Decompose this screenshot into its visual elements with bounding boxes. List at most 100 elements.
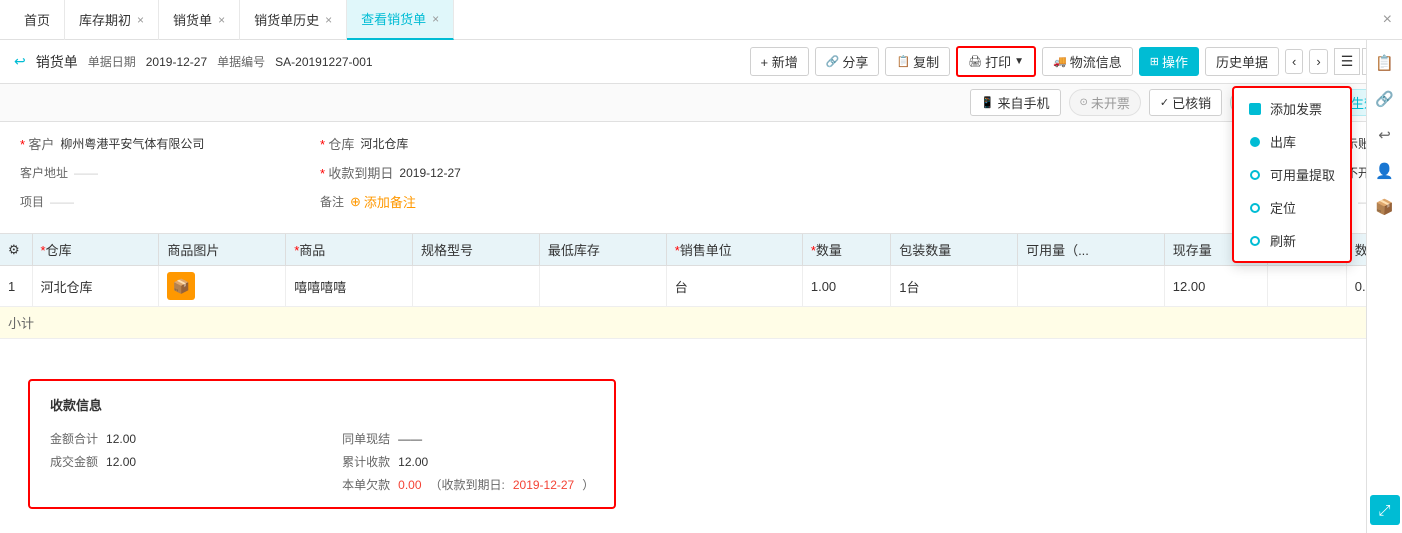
list-view-button[interactable]: ☰ bbox=[1334, 48, 1361, 75]
bottom-section: 收款信息 金额合计 12.00 同单现结 —— 成交金额 12.00 累计收款 … bbox=[0, 363, 1402, 533]
same-order-value: —— bbox=[398, 432, 422, 446]
col-unit: *销售单位 bbox=[666, 234, 802, 266]
tab-bar: 首页 库存期初 × 销货单 × 销货单历史 × 查看销货单 × × bbox=[0, 0, 1402, 40]
close-window[interactable]: × bbox=[1383, 11, 1392, 29]
add-button[interactable]: + 新增 bbox=[750, 47, 809, 76]
col-settings[interactable]: ⚙ bbox=[0, 234, 32, 266]
cell-price bbox=[1267, 266, 1346, 307]
close-tab-sales[interactable]: × bbox=[218, 13, 225, 27]
col-warehouse: *仓库 bbox=[32, 234, 159, 266]
cell-min-stock bbox=[539, 266, 666, 307]
form-row-1: * 客户 柳州粤港平安气体有限公司 * 仓库 河北仓库 业务员 演示账号 bbox=[20, 134, 1382, 153]
history-button[interactable]: 历史单据 bbox=[1205, 47, 1279, 76]
logistics-button[interactable]: 🚚 物流信息 bbox=[1042, 47, 1133, 76]
payment-info-title: 收款信息 bbox=[50, 395, 594, 414]
expand-icon[interactable]: ⤢ bbox=[1370, 495, 1400, 525]
due-date-field: * 收款到期日 2019-12-27 bbox=[320, 163, 600, 182]
main-toolbar: ↩ 销货单 单据日期 2019-12-27 单据编号 SA-20191227-0… bbox=[0, 40, 1402, 84]
operate-button[interactable]: ⊞ 操作 bbox=[1139, 47, 1199, 76]
toolbar-right: + 新增 🔗 分享 📋 复制 🖨 打印 ▼ 🚚 物流信息 ⊞ 操作 bbox=[750, 46, 1389, 77]
confirm-button[interactable]: ✓ 已核销 bbox=[1149, 89, 1222, 116]
operate-dropdown: 添加发票 出库 可用量提取 定位 刷新 bbox=[1232, 86, 1352, 263]
cell-warehouse: 河北仓库 bbox=[32, 266, 159, 307]
form-area: * 客户 柳州粤港平安气体有限公司 * 仓库 河北仓库 业务员 演示账号 客户地… bbox=[0, 122, 1402, 234]
tab-home[interactable]: 首页 bbox=[10, 0, 65, 40]
right-sidebar: 📋 🔗 ↩ 👤 📦 ⤢ bbox=[1366, 40, 1402, 533]
subtotal-row: 小计 bbox=[0, 307, 1402, 339]
main-area: ↩ 销货单 单据日期 2019-12-27 单据编号 SA-20191227-0… bbox=[0, 40, 1402, 533]
project-value: —— bbox=[50, 195, 74, 209]
cell-qty: 1.00 bbox=[802, 266, 890, 307]
tab-view-sales[interactable]: 查看销货单 × bbox=[347, 0, 454, 40]
close-tab-inventory[interactable]: × bbox=[137, 13, 144, 27]
transaction-value: 12.00 bbox=[106, 455, 136, 469]
outbound-icon bbox=[1248, 135, 1262, 149]
transaction-row: 成交金额 12.00 bbox=[50, 453, 302, 470]
close-tab-view-sales[interactable]: × bbox=[432, 12, 439, 26]
cell-current-stock: 12.00 bbox=[1164, 266, 1267, 307]
close-tab-sales-history[interactable]: × bbox=[325, 13, 332, 27]
add-note-button[interactable]: ⊕ 添加备注 bbox=[350, 192, 416, 211]
dropdown-add-invoice[interactable]: 添加发票 bbox=[1234, 92, 1350, 125]
sub-toolbar: 📱 来自手机 ⊙ 未开票 ✓ 已核销 ✓ 已核销 ✓ 已生效 bbox=[0, 84, 1402, 122]
cumulative-row: 累计收款 12.00 bbox=[342, 453, 594, 470]
dropdown-locate[interactable]: 定位 bbox=[1234, 191, 1350, 224]
dropdown-refresh[interactable]: 刷新 bbox=[1234, 224, 1350, 257]
total-value: 12.00 bbox=[106, 432, 136, 446]
products-table: ⚙ *仓库 商品图片 *商品 规格型号 最低库存 *销售单位 *数量 包装数量 … bbox=[0, 234, 1402, 339]
same-order-row: 同单现结 —— bbox=[342, 430, 594, 447]
total-row: 金额合计 12.00 bbox=[50, 430, 302, 447]
cell-product: 嘻嘻嘻嘻 bbox=[286, 266, 413, 307]
note-field: 备注 ⊕ 添加备注 bbox=[320, 192, 600, 211]
due-date-value: 2019-12-27 bbox=[399, 166, 460, 180]
table-wrapper: ⚙ *仓库 商品图片 *商品 规格型号 最低库存 *销售单位 *数量 包装数量 … bbox=[0, 234, 1402, 363]
print-button[interactable]: 🖨 打印 ▼ bbox=[956, 46, 1036, 77]
form-row-3: 项目 —— 备注 ⊕ 添加备注 * 业务员孟 —— bbox=[20, 192, 1382, 211]
tab-inventory[interactable]: 库存期初 × bbox=[65, 0, 159, 40]
sidebar-icon-1[interactable]: 📋 bbox=[1370, 48, 1400, 78]
table-header-row: ⚙ *仓库 商品图片 *商品 规格型号 最低库存 *销售单位 *数量 包装数量 … bbox=[0, 234, 1402, 266]
warehouse-value: 河北仓库 bbox=[360, 135, 408, 152]
col-qty: *数量 bbox=[802, 234, 890, 266]
product-image: 📦 bbox=[167, 272, 195, 300]
doc-icon: ↩ bbox=[14, 53, 26, 70]
cell-pack-qty: 1台 bbox=[891, 266, 1018, 307]
invoice-status-badge[interactable]: ⊙ 未开票 bbox=[1069, 89, 1141, 116]
add-invoice-icon bbox=[1248, 102, 1262, 116]
doc-type-label: 销货单 bbox=[36, 52, 78, 72]
cell-img: 📦 bbox=[159, 266, 286, 307]
col-pack-qty: 包装数量 bbox=[891, 234, 1018, 266]
subtotal-label: 小计 bbox=[0, 307, 1402, 339]
col-available: 可用量（... bbox=[1018, 234, 1165, 266]
toolbar-left: ↩ 销货单 单据日期 2019-12-27 单据编号 SA-20191227-0… bbox=[14, 52, 744, 72]
sidebar-icon-5[interactable]: 📦 bbox=[1370, 192, 1400, 222]
dropdown-outbound[interactable]: 出库 bbox=[1234, 125, 1350, 158]
table-row: 1 河北仓库 📦 嘻嘻嘻嘻 台 1.00 1台 12.00 bbox=[0, 266, 1402, 307]
sidebar-icon-3[interactable]: ↩ bbox=[1370, 120, 1400, 150]
cumulative-value: 12.00 bbox=[398, 455, 428, 469]
share-button[interactable]: 🔗 分享 bbox=[815, 47, 880, 76]
no-value: SA-20191227-001 bbox=[275, 55, 372, 69]
sidebar-icon-4[interactable]: 👤 bbox=[1370, 156, 1400, 186]
owed-value: 0.00 bbox=[398, 478, 421, 492]
next-button[interactable]: › bbox=[1309, 49, 1327, 74]
payment-info-box: 收款信息 金额合计 12.00 同单现结 —— 成交金额 12.00 累计收款 … bbox=[28, 379, 616, 509]
sidebar-icon-2[interactable]: 🔗 bbox=[1370, 84, 1400, 114]
cell-no: 1 bbox=[0, 266, 32, 307]
from-phone-button[interactable]: 📱 来自手机 bbox=[970, 89, 1061, 116]
tab-sales-history[interactable]: 销货单历史 × bbox=[240, 0, 347, 40]
locate-icon bbox=[1248, 201, 1262, 215]
copy-button[interactable]: 📋 复制 bbox=[885, 47, 950, 76]
tab-sales[interactable]: 销货单 × bbox=[159, 0, 240, 40]
warehouse-field: * 仓库 河北仓库 bbox=[320, 134, 600, 153]
cell-unit: 台 bbox=[666, 266, 802, 307]
due-date-hint: 2019-12-27 bbox=[513, 478, 574, 492]
date-label: 单据日期 bbox=[88, 53, 136, 70]
col-product: *商品 bbox=[286, 234, 413, 266]
date-value: 2019-12-27 bbox=[146, 55, 207, 69]
col-min-stock: 最低库存 bbox=[539, 234, 666, 266]
prev-button[interactable]: ‹ bbox=[1285, 49, 1303, 74]
customer-field: * 客户 柳州粤港平安气体有限公司 bbox=[20, 134, 300, 153]
customer-value: 柳州粤港平安气体有限公司 bbox=[60, 135, 204, 152]
dropdown-available-qty[interactable]: 可用量提取 bbox=[1234, 158, 1350, 191]
